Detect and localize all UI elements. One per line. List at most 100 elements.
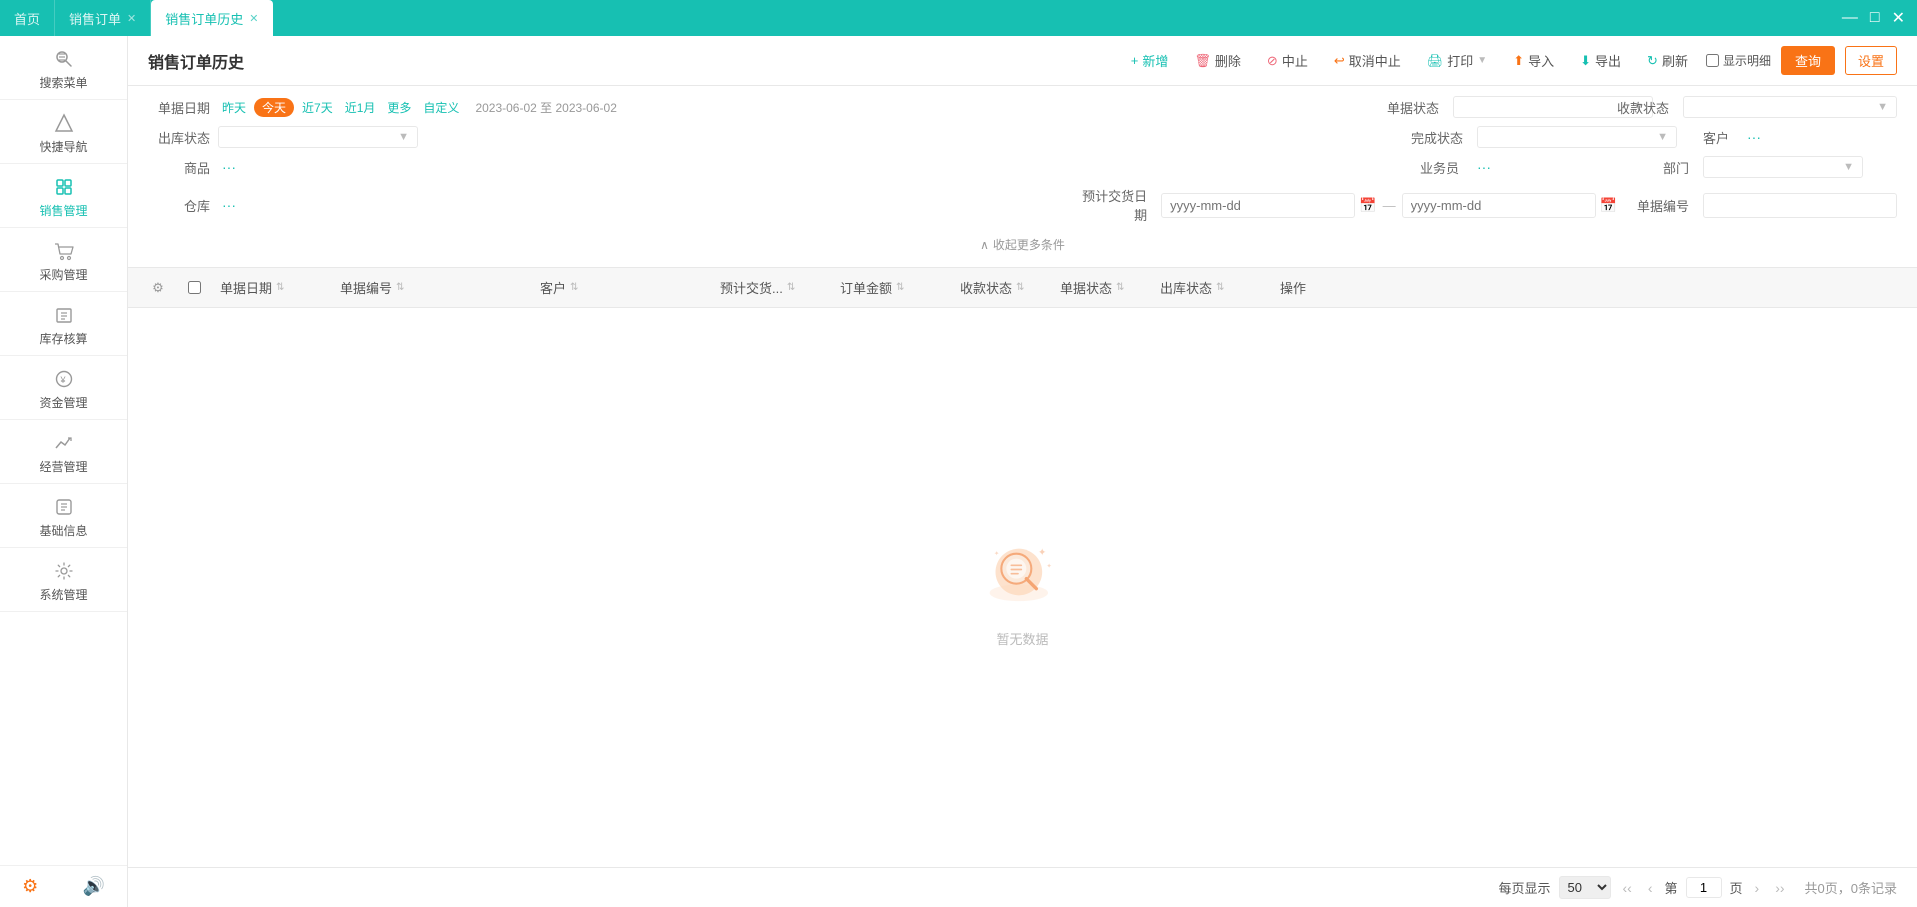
th-action-label: 操作 <box>1280 278 1306 297</box>
sidebar-item-operation-mgmt[interactable]: 经营管理 <box>0 420 127 484</box>
delivery-date-start-input[interactable] <box>1161 193 1355 218</box>
product-select-btn[interactable]: ··· <box>218 159 240 175</box>
export-button[interactable]: ⬇ 导出 <box>1572 47 1629 74</box>
page-size-select[interactable]: 20 50 100 <box>1559 876 1611 899</box>
tab-sales-order[interactable]: 销售订单 ✕ <box>55 0 151 36</box>
delete-button[interactable]: 🗑 删除 <box>1186 47 1249 74</box>
maximize-icon[interactable]: □ <box>1870 9 1880 27</box>
salesperson-label: 业务员 <box>1397 158 1467 177</box>
date-filter-label: 单据日期 <box>148 98 218 117</box>
date-btn-today[interactable]: 今天 <box>254 98 294 117</box>
window-controls: — □ ✕ <box>1842 8 1917 28</box>
date-btn-more[interactable]: 更多 <box>383 97 415 118</box>
th-stock-status-sort-icon: ⇅ <box>1216 282 1224 293</box>
order-number-input[interactable] <box>1703 193 1897 218</box>
page-label-suffix: 页 <box>1730 878 1743 897</box>
sidebar-item-inventory-check-label: 库存核算 <box>39 330 87 347</box>
close-sales-order-icon[interactable]: ✕ <box>127 12 136 25</box>
customer-select-btn[interactable]: ··· <box>1743 129 1765 145</box>
refresh-button[interactable]: ↻ 刷新 <box>1639 47 1696 74</box>
prev-page-button[interactable]: ‹ <box>1644 880 1657 896</box>
sidebar-item-purchase-mgmt[interactable]: 采购管理 <box>0 228 127 292</box>
sidebar-item-system-mgmt[interactable]: 系统管理 <box>0 548 127 612</box>
show-details-checkbox[interactable] <box>1706 54 1719 67</box>
next-page-button[interactable]: › <box>1751 880 1764 896</box>
cancel-stop-button[interactable]: ↩ 取消中止 <box>1326 47 1409 74</box>
delivery-date-end-cal-icon[interactable]: 📅 <box>1600 197 1617 214</box>
payment-status-label: 收款状态 <box>1617 98 1677 117</box>
th-pay-status[interactable]: 收款状态 ⇅ <box>952 278 1052 297</box>
stop-icon: ⊘ <box>1267 53 1278 69</box>
sidebar-item-quick-nav[interactable]: 快捷导航 <box>0 100 127 164</box>
table-settings-icon[interactable]: ⚙ <box>140 280 176 296</box>
th-amount[interactable]: 订单金额 ⇅ <box>832 278 952 297</box>
print-icon: 🖨 <box>1427 53 1444 69</box>
stock-out-select[interactable]: ▼ <box>218 126 418 148</box>
last-page-button[interactable]: ›› <box>1771 880 1788 896</box>
collapse-label: 收起更多条件 <box>993 236 1065 253</box>
page-number-input[interactable] <box>1686 877 1722 898</box>
delivery-date-start-cal-icon[interactable]: 📅 <box>1359 197 1376 214</box>
sidebar-item-inventory-check[interactable]: 库存核算 <box>0 292 127 356</box>
close-sales-order-history-icon[interactable]: ✕ <box>249 12 258 25</box>
sidebar-item-system-mgmt-label: 系统管理 <box>39 586 87 603</box>
sidebar-item-search-menu[interactable]: 搜索菜单 <box>0 36 127 100</box>
import-button[interactable]: ⬆ 导入 <box>1505 47 1562 74</box>
th-customer[interactable]: 客户 ⇅ <box>532 278 712 297</box>
salesperson-select-btn[interactable]: ··· <box>1473 159 1495 175</box>
th-customer-label: 客户 <box>540 278 566 297</box>
payment-status-select[interactable]: ▼ <box>1683 96 1897 118</box>
filter-row-4: 仓库 ··· 预计交货日期 📅 — 📅 <box>148 186 1897 224</box>
sidebar-item-sales-mgmt[interactable]: 销售管理 <box>0 164 127 228</box>
th-order-status[interactable]: 单据状态 ⇅ <box>1052 278 1152 297</box>
settings-bottom-icon[interactable]: ⚙ <box>22 876 38 897</box>
tab-home-label: 首页 <box>14 9 40 28</box>
th-number[interactable]: 单据编号 ⇅ <box>332 278 532 297</box>
export-label: 导出 <box>1595 51 1621 70</box>
collapse-button[interactable]: ∧ 收起更多条件 <box>148 232 1897 257</box>
delivery-date-end-input[interactable] <box>1402 193 1596 218</box>
operation-mgmt-icon <box>53 432 75 454</box>
th-delivery-sort-icon: ⇅ <box>787 282 795 293</box>
tab-sales-order-history[interactable]: 销售订单历史 ✕ <box>151 0 273 36</box>
system-mgmt-icon <box>53 560 75 582</box>
select-all-input[interactable] <box>188 281 201 294</box>
print-button[interactable]: 🖨 打印 ▼ <box>1419 47 1495 74</box>
minimize-icon[interactable]: — <box>1842 9 1858 27</box>
sidebar-item-finance-mgmt[interactable]: ¥ 资金管理 <box>0 356 127 420</box>
warehouse-label: 仓库 <box>148 196 218 215</box>
setting-button[interactable]: 设置 <box>1845 46 1897 75</box>
date-btn-7days[interactable]: 近7天 <box>298 97 337 118</box>
date-btn-yesterday[interactable]: 昨天 <box>218 97 250 118</box>
show-details-checkbox-label[interactable]: 显示明细 <box>1706 52 1771 69</box>
table-select-all-checkbox[interactable] <box>176 281 212 294</box>
tab-list: 首页 销售订单 ✕ 销售订单历史 ✕ <box>0 0 273 36</box>
volume-icon[interactable]: 🔊 <box>82 876 104 897</box>
delivery-date-start-group: 📅 <box>1161 193 1376 218</box>
department-label: 部门 <box>1657 158 1697 177</box>
warehouse-control: ··· <box>218 197 1065 213</box>
svg-text:¥: ¥ <box>59 375 66 385</box>
department-select[interactable]: ▼ <box>1703 156 1863 178</box>
th-date-label: 单据日期 <box>220 278 272 297</box>
query-button[interactable]: 查询 <box>1781 46 1835 75</box>
date-btn-custom[interactable]: 自定义 <box>419 97 463 118</box>
product-label: 商品 <box>148 158 218 177</box>
tab-home[interactable]: 首页 <box>0 0 55 36</box>
order-number-label: 单据编号 <box>1637 196 1697 215</box>
th-stock-status-label: 出库状态 <box>1160 278 1212 297</box>
complete-status-select[interactable]: ▼ <box>1477 126 1677 148</box>
th-date[interactable]: 单据日期 ⇅ <box>212 278 332 297</box>
sidebar-item-basic-info[interactable]: 基础信息 <box>0 484 127 548</box>
date-btn-1month[interactable]: 近1月 <box>341 97 380 118</box>
stop-button[interactable]: ⊘ 中止 <box>1259 47 1316 74</box>
close-icon[interactable]: ✕ <box>1892 8 1905 28</box>
print-arrow-icon: ▼ <box>1477 55 1487 66</box>
warehouse-select-btn[interactable]: ··· <box>218 197 240 213</box>
sidebar-item-quick-nav-label: 快捷导航 <box>39 138 87 155</box>
first-page-button[interactable]: ‹‹ <box>1619 880 1636 896</box>
th-delivery[interactable]: 预计交货... ⇅ <box>712 278 832 297</box>
content-area: 销售订单历史 + 新增 🗑 删除 ⊘ 中止 ↩ 取消中止 <box>128 36 1917 907</box>
th-stock-status[interactable]: 出库状态 ⇅ <box>1152 278 1272 297</box>
new-button[interactable]: + 新增 <box>1123 47 1177 74</box>
